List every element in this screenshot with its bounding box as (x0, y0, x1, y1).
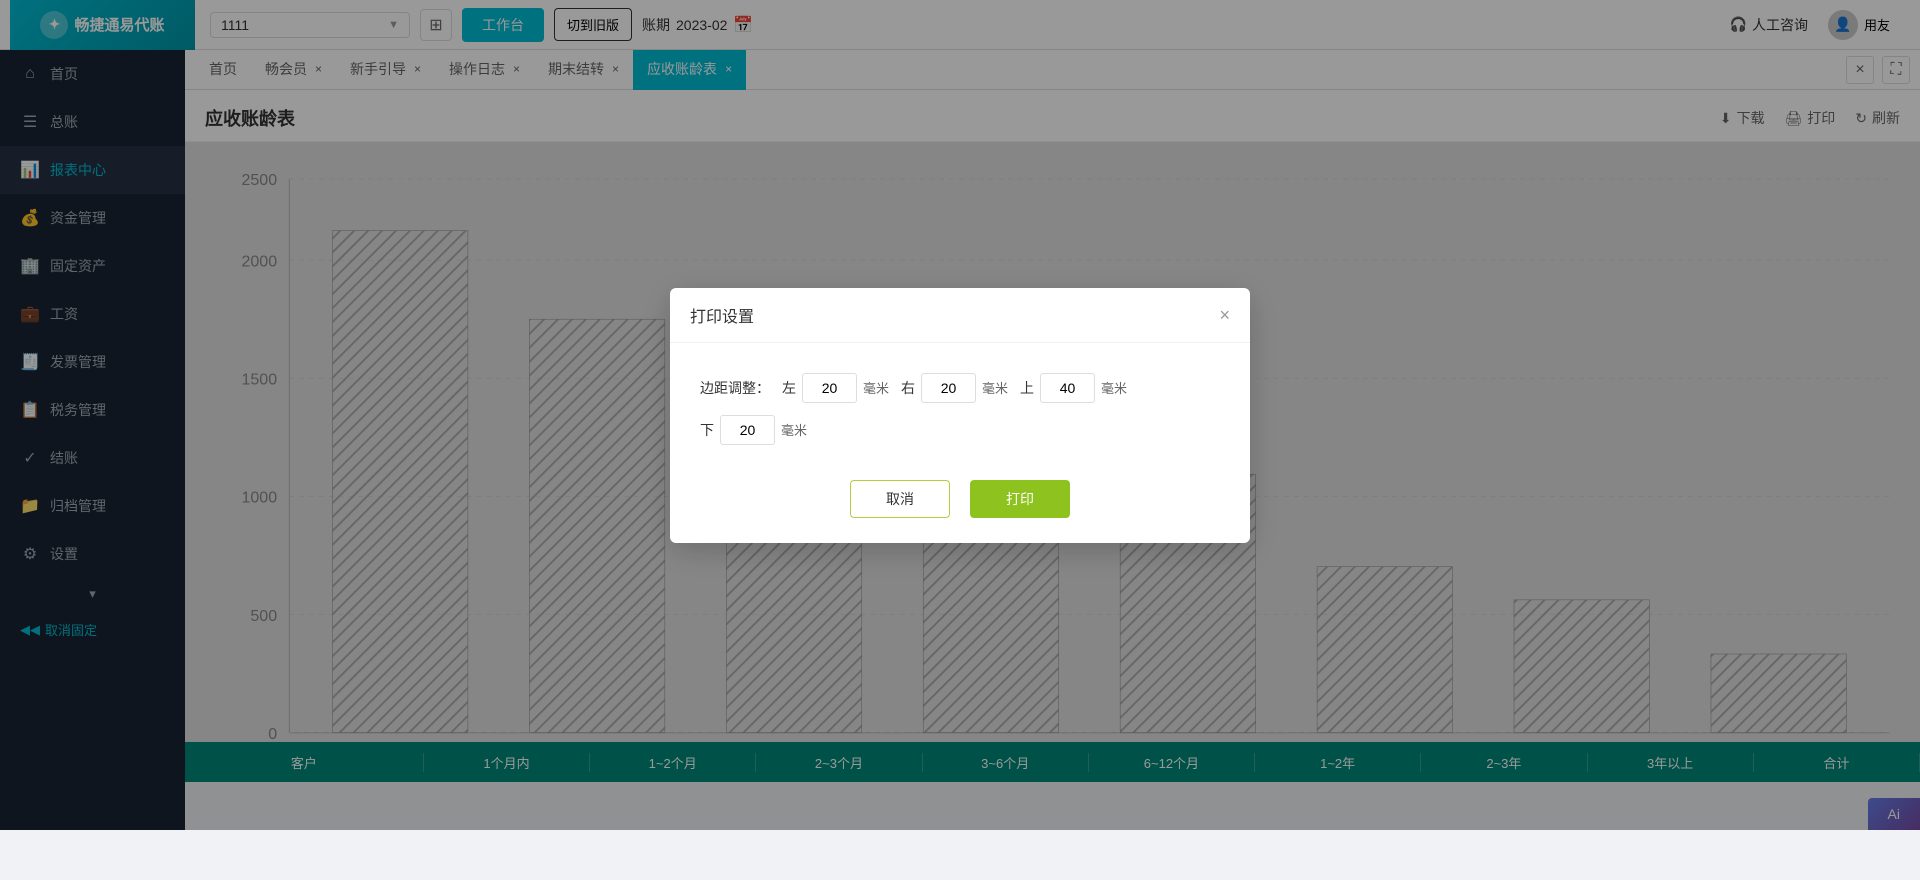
modal-title: 打印设置 (690, 303, 754, 327)
left-margin-group: 左 毫米 (782, 373, 889, 403)
left-label: 左 (782, 378, 796, 398)
left-margin-input[interactable] (802, 373, 857, 403)
top-label: 上 (1020, 378, 1034, 398)
modal-close-button[interactable]: × (1219, 306, 1230, 324)
top-unit: 毫米 (1101, 378, 1127, 397)
modal-footer: 取消 打印 (670, 465, 1250, 543)
right-margin-input[interactable] (921, 373, 976, 403)
cancel-button[interactable]: 取消 (850, 480, 950, 518)
left-unit: 毫米 (863, 378, 889, 397)
bottom-margin-input[interactable] (720, 415, 775, 445)
print-settings-modal: 打印设置 × 边距调整： 左 毫米 右 毫米 上 毫米 (670, 288, 1250, 543)
top-margin-group: 上 毫米 (1020, 373, 1127, 403)
bottom-label: 下 (700, 420, 714, 440)
bottom-unit: 毫米 (781, 420, 807, 439)
modal-header: 打印设置 × (670, 288, 1250, 343)
confirm-print-button[interactable]: 打印 (970, 480, 1070, 518)
top-margin-input[interactable] (1040, 373, 1095, 403)
modal-overlay: 打印设置 × 边距调整： 左 毫米 右 毫米 上 毫米 (0, 0, 1920, 830)
right-label: 右 (901, 378, 915, 398)
margin-label: 边距调整： (700, 378, 770, 398)
bottom-margin-group: 下 毫米 (700, 415, 807, 445)
right-margin-group: 右 毫米 (901, 373, 1008, 403)
modal-body: 边距调整： 左 毫米 右 毫米 上 毫米 下 (670, 343, 1250, 465)
margin-row: 边距调整： 左 毫米 右 毫米 上 毫米 下 (700, 373, 1220, 445)
right-unit: 毫米 (982, 378, 1008, 397)
